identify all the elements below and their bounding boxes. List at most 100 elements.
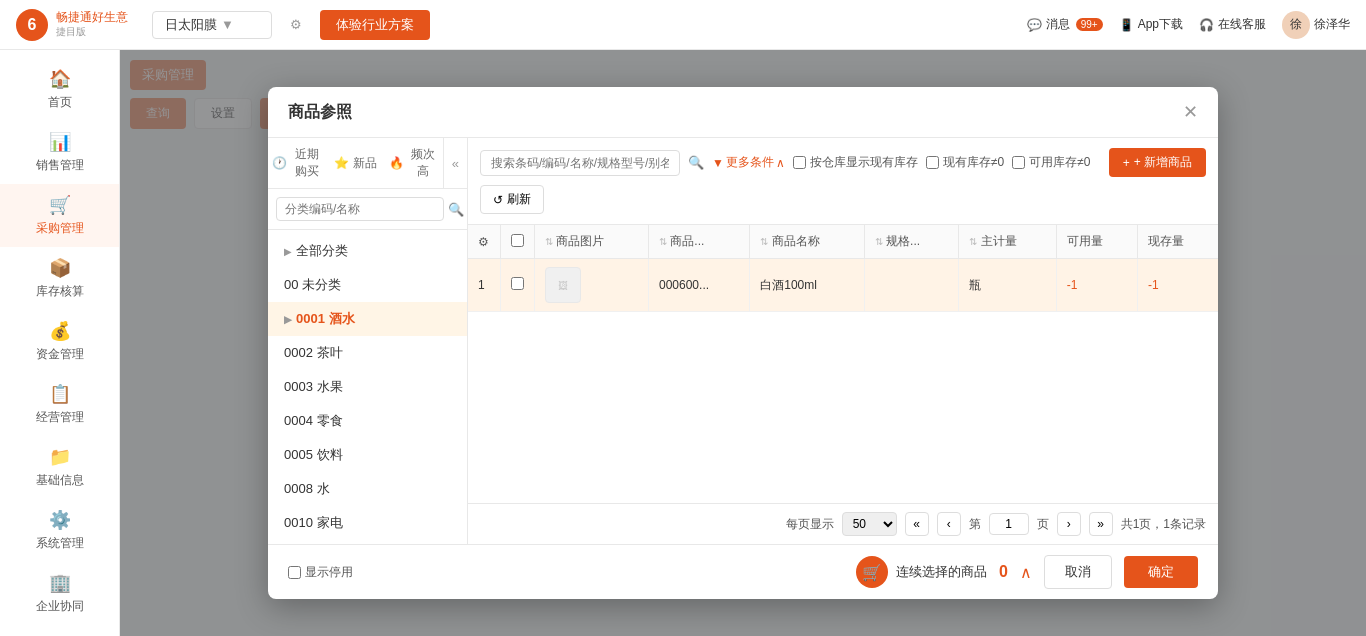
tab-recent-purchase[interactable]: 🕐 近期购买 <box>268 138 326 188</box>
cell-checkbox[interactable] <box>500 259 534 312</box>
th-settings[interactable]: ⚙ <box>468 225 500 259</box>
category-item-0008[interactable]: 0008 水 <box>268 472 467 506</box>
sort-icon: ⇅ <box>875 236 883 247</box>
sidebar-item-enterprise[interactable]: 🏢 企业协同 <box>0 562 119 625</box>
sidebar-label-operations: 经营管理 <box>36 409 84 426</box>
category-item-0004[interactable]: 0004 零食 <box>268 404 467 438</box>
category-item-all[interactable]: ▶ 全部分类 <box>268 234 467 268</box>
sidebar-label-enterprise: 企业协同 <box>36 598 84 615</box>
product-table-container: ⚙ ⇅ 商品图片 ⇅ 商品... ⇅ 商品名称 ⇅ 规格... ⇅ 主计量 可用… <box>468 225 1218 503</box>
available-not-zero-checkbox[interactable] <box>1012 156 1025 169</box>
product-search-icon[interactable]: 🔍 <box>688 155 704 170</box>
right-panel: 🔍 ▼ 更多条件 ∧ 按仓库显示现有库存 <box>468 138 1218 544</box>
first-page-button[interactable]: « <box>905 512 929 536</box>
total-info: 共1页，1条记录 <box>1121 516 1206 533</box>
app-download-nav-item[interactable]: 📱 App下载 <box>1119 16 1183 33</box>
user-nav-item[interactable]: 徐 徐泽华 <box>1282 11 1350 39</box>
message-icon: 💬 <box>1027 18 1042 32</box>
finance-icon: 💰 <box>49 320 71 342</box>
purchase-icon: 🛒 <box>49 194 71 216</box>
sort-icon: ⇅ <box>545 236 553 247</box>
store-name: 日太阳膜 <box>165 16 217 34</box>
sidebar-item-guide[interactable]: 🎯 新手引导 <box>0 625 119 636</box>
clock-icon: 🕐 <box>272 156 287 170</box>
left-panel-tabs: 🕐 近期购买 ⭐ 新品 🔥 频次高 « <box>268 138 467 189</box>
prev-page-button[interactable]: ‹ <box>937 512 961 536</box>
logo-icon: 6 <box>16 9 48 41</box>
refresh-button[interactable]: ↺ 刷新 <box>480 185 544 214</box>
category-list: ▶ 全部分类 00 未分类 ▶ 0001 酒水 0002 茶 <box>268 230 467 544</box>
table-row[interactable]: 1 🖼 000600... 白酒100ml <box>468 259 1218 312</box>
messages-nav-item[interactable]: 💬 消息 99+ <box>1027 16 1103 33</box>
cancel-button[interactable]: 取消 <box>1044 555 1112 589</box>
next-page-button[interactable]: › <box>1057 512 1081 536</box>
cart-area: 🛒 连续选择的商品 0 ∧ <box>856 556 1032 588</box>
sidebar-item-sales[interactable]: 📊 销售管理 <box>0 121 119 184</box>
left-panel: 🕐 近期购买 ⭐ 新品 🔥 频次高 « <box>268 138 468 544</box>
th-available: 可用量 <box>1056 225 1137 259</box>
row-checkbox[interactable] <box>511 277 524 290</box>
chevron-down-icon: ▼ <box>221 17 234 32</box>
add-product-button[interactable]: + + 新增商品 <box>1109 148 1206 177</box>
show-disabled-checkbox-label[interactable]: 显示停用 <box>288 564 353 581</box>
product-thumbnail: 🖼 <box>545 267 581 303</box>
tab-frequent[interactable]: 🔥 频次高 <box>385 138 443 188</box>
category-item-00[interactable]: 00 未分类 <box>268 268 467 302</box>
page-size-label: 每页显示 <box>786 516 834 533</box>
content-area: 采购管理 查询 设置 刷新 商品参照 ✕ <box>120 50 1366 636</box>
sidebar-item-finance[interactable]: 💰 资金管理 <box>0 310 119 373</box>
sidebar-label-finance: 资金管理 <box>36 346 84 363</box>
category-item-0010[interactable]: 0010 家电 <box>268 506 467 540</box>
sidebar-item-system[interactable]: ⚙️ 系统管理 <box>0 499 119 562</box>
category-item-0001[interactable]: ▶ 0001 酒水 <box>268 302 467 336</box>
category-item-0003[interactable]: 0003 水果 <box>268 370 467 404</box>
cart-icon[interactable]: 🛒 <box>856 556 888 588</box>
online-service-nav-item[interactable]: 🎧 在线客服 <box>1199 16 1266 33</box>
by-warehouse-checkbox[interactable] <box>793 156 806 169</box>
cart-count: 0 <box>999 563 1008 581</box>
app-name: 畅捷通好生意 <box>56 10 128 26</box>
confirm-button[interactable]: 确定 <box>1124 556 1198 588</box>
th-name[interactable]: ⇅ 商品名称 <box>750 225 865 259</box>
tab-new-products[interactable]: ⭐ 新品 <box>326 138 384 188</box>
sidebar-label-purchase: 采购管理 <box>36 220 84 237</box>
category-item-0002[interactable]: 0002 茶叶 <box>268 336 467 370</box>
last-page-button[interactable]: » <box>1089 512 1113 536</box>
th-unit[interactable]: ⇅ 主计量 <box>959 225 1056 259</box>
sidebar-item-inventory[interactable]: 📦 库存核算 <box>0 247 119 310</box>
select-all-checkbox[interactable] <box>511 234 524 247</box>
left-panel-collapse-button[interactable]: « <box>443 138 467 188</box>
checkbox-by-warehouse[interactable]: 按仓库显示现有库存 <box>793 154 918 171</box>
page-size-select[interactable]: 50 10 20 100 <box>842 512 897 536</box>
store-selector[interactable]: 日太阳膜 ▼ <box>152 11 272 39</box>
show-disabled-checkbox[interactable] <box>288 566 301 579</box>
modal-close-button[interactable]: ✕ <box>1183 101 1198 123</box>
sidebar-item-home[interactable]: 🏠 首页 <box>0 58 119 121</box>
settings-icon[interactable]: ⚙ <box>280 9 312 41</box>
trial-button[interactable]: 体验行业方案 <box>320 10 430 40</box>
product-search-input[interactable] <box>480 150 680 176</box>
th-checkbox[interactable] <box>500 225 534 259</box>
more-filter-button[interactable]: ▼ 更多条件 ∧ <box>712 154 785 171</box>
home-icon: 🏠 <box>49 68 71 90</box>
cart-collapse-icon[interactable]: ∧ <box>1020 563 1032 582</box>
category-search-icon[interactable]: 🔍 <box>448 202 464 217</box>
sidebar-item-basic-info[interactable]: 📁 基础信息 <box>0 436 119 499</box>
page-number-input[interactable] <box>989 513 1029 535</box>
inventory-icon: 📦 <box>49 257 71 279</box>
th-code[interactable]: ⇅ 商品... <box>649 225 750 259</box>
cell-available: -1 <box>1056 259 1137 312</box>
product-reference-modal: 商品参照 ✕ 🕐 近期购买 ⭐ 新 <box>268 87 1218 599</box>
category-item-0005[interactable]: 0005 饮料 <box>268 438 467 472</box>
sort-icon: ⇅ <box>659 236 667 247</box>
modal-title: 商品参照 <box>288 102 352 123</box>
category-search-input[interactable] <box>276 197 444 221</box>
toolbar-row: 🔍 ▼ 更多条件 ∧ 按仓库显示现有库存 <box>468 138 1218 225</box>
sidebar-item-purchase[interactable]: 🛒 采购管理 <box>0 184 119 247</box>
sidebar-item-operations[interactable]: 📋 经营管理 <box>0 373 119 436</box>
th-spec[interactable]: ⇅ 规格... <box>864 225 959 259</box>
stock-not-zero-checkbox[interactable] <box>926 156 939 169</box>
checkbox-available-not-zero[interactable]: 可用库存≠0 <box>1012 154 1090 171</box>
gear-icon: ⚙ <box>478 235 489 249</box>
checkbox-stock-not-zero[interactable]: 现有库存≠0 <box>926 154 1004 171</box>
